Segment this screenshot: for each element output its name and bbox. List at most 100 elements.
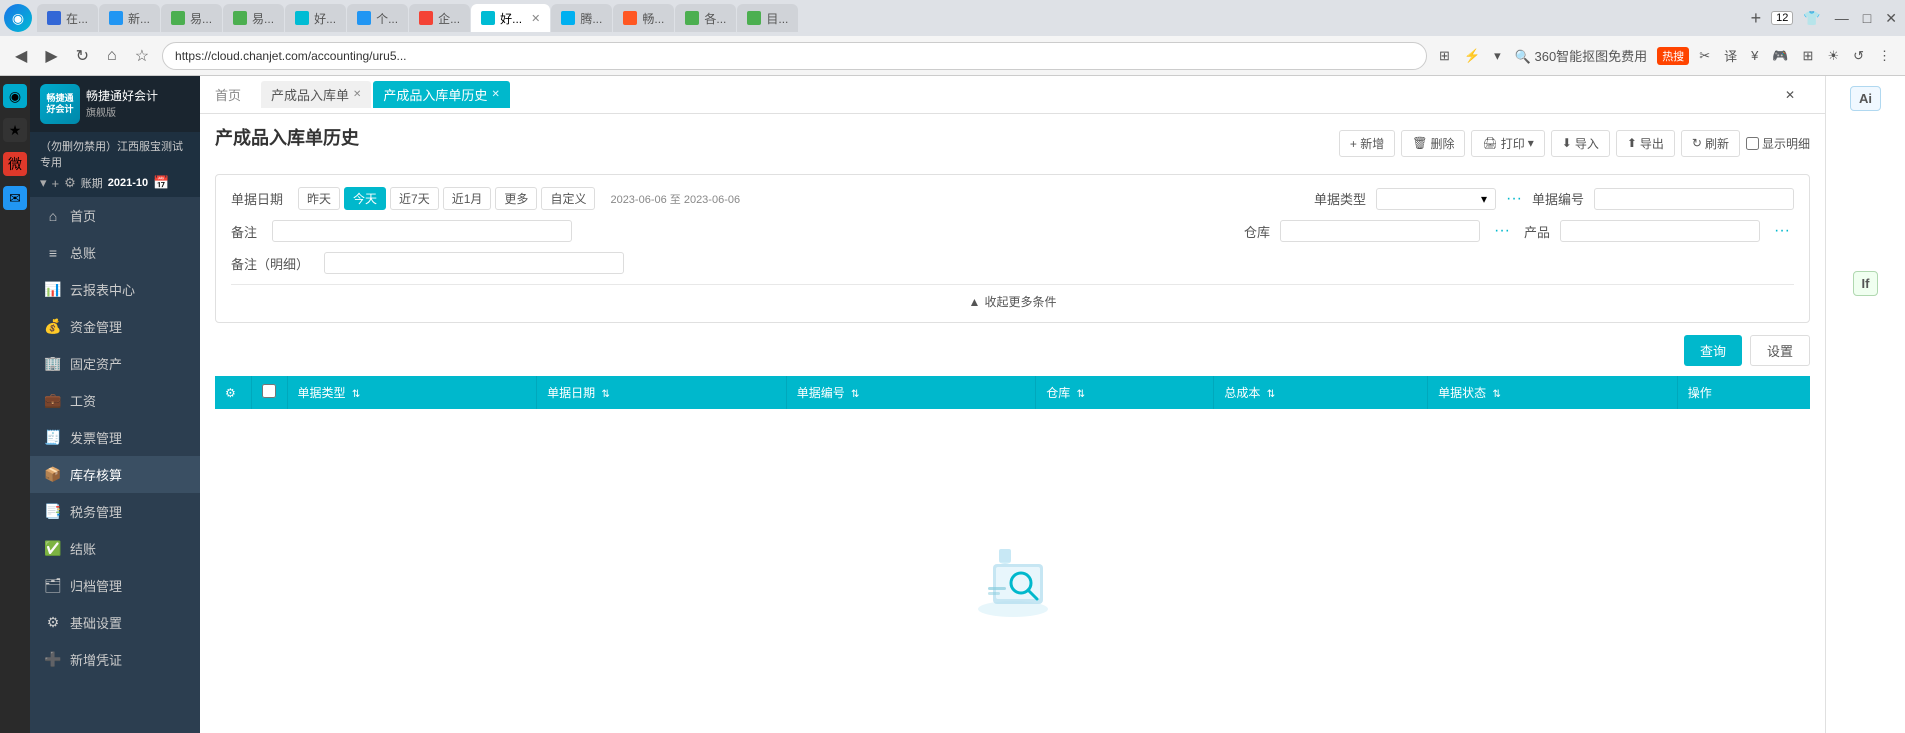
sidebar-item-tax[interactable]: 📑 税务管理 <box>30 493 200 530</box>
warehouse-dots[interactable]: ··· <box>1490 222 1514 240</box>
browser-tab-3[interactable]: 易... <box>161 4 222 32</box>
yesterday-button[interactable]: 昨天 <box>298 187 340 210</box>
app-icon-weibo[interactable]: 微 <box>3 152 27 176</box>
query-button[interactable]: 查询 <box>1684 335 1742 366</box>
search-icon-button[interactable]: 🔍 360智能抠图免费用 <box>1511 44 1652 67</box>
browser-tab-5[interactable]: 好... <box>285 4 346 32</box>
doc-type-dropdown[interactable]: ▾ <box>1376 188 1496 210</box>
sort-icon-doc-number[interactable]: ⇅ <box>851 389 859 400</box>
calendar-icon[interactable]: 📅 <box>153 175 169 191</box>
translate-icon-button[interactable]: 译 <box>1720 44 1741 67</box>
browser-tab-11[interactable]: 各... <box>675 4 736 32</box>
browser-tab-9[interactable]: 腾... <box>551 4 612 32</box>
shirt-icon-button[interactable]: 👕 <box>1799 10 1824 27</box>
col-total-cost[interactable]: 总成本 ⇅ <box>1214 376 1428 409</box>
custom-date-button[interactable]: 自定义 <box>541 187 595 210</box>
brightness-icon-button[interactable]: ☀ <box>1823 46 1843 66</box>
print-button[interactable]: 🖨 打印 ▾ <box>1471 130 1544 157</box>
sidebar-item-new-entry[interactable]: ➕ 新增凭证 <box>30 641 200 678</box>
col-doc-status[interactable]: 单据状态 ⇅ <box>1428 376 1678 409</box>
app-icon-circle[interactable]: ◉ <box>3 84 27 108</box>
browser-tab-4[interactable]: 易... <box>223 4 284 32</box>
col-doc-type[interactable]: 单据类型 ⇅ <box>287 376 537 409</box>
col-doc-number[interactable]: 单据编号 ⇅ <box>786 376 1036 409</box>
more-date-button[interactable]: 更多 <box>495 187 537 210</box>
table-check-header[interactable] <box>251 376 287 409</box>
refresh-button[interactable]: ↻ 刷新 <box>1681 130 1740 157</box>
browser-tab-10[interactable]: 畅... <box>613 4 674 32</box>
last-month-button[interactable]: 近1月 <box>443 187 492 210</box>
remark-input[interactable] <box>272 220 572 242</box>
ai-panel-button[interactable]: Ai <box>1850 86 1881 111</box>
sidebar-item-funds[interactable]: 💰 资金管理 <box>30 308 200 345</box>
doc-number-input[interactable] <box>1594 188 1794 210</box>
more-icon-button[interactable]: ⋮ <box>1874 46 1895 66</box>
browser-tab-8[interactable]: 好... ✕ <box>471 4 550 32</box>
today-button[interactable]: 今天 <box>344 187 386 210</box>
new-button[interactable]: + 新增 <box>1339 130 1395 157</box>
show-detail-checkbox-label[interactable]: 显示明细 <box>1746 135 1810 152</box>
page-tab-list[interactable]: 产成品入库单 ✕ <box>261 81 371 108</box>
close-button[interactable]: ✕ <box>1881 10 1901 27</box>
table-select-all-checkbox[interactable] <box>262 384 276 398</box>
remark-detail-input[interactable] <box>324 252 624 274</box>
page-tab-history[interactable]: 产成品入库单历史 ✕ <box>373 81 509 108</box>
app-icon-mail[interactable]: ✉ <box>3 186 27 210</box>
if-panel-button[interactable]: If <box>1853 271 1879 296</box>
last7-button[interactable]: 近7天 <box>390 187 439 210</box>
page-tab-list-close[interactable]: ✕ <box>353 89 361 100</box>
bookmark-button[interactable]: ☆ <box>130 44 154 68</box>
grid-icon-button[interactable]: ⊞ <box>1435 46 1454 66</box>
address-input[interactable] <box>162 42 1427 70</box>
sidebar-item-reports[interactable]: 📊 云报表中心 <box>30 271 200 308</box>
add-icon[interactable]: + <box>52 176 60 191</box>
sort-icon-doc-type[interactable]: ⇅ <box>352 389 360 400</box>
browser-tab-12[interactable]: 目... <box>737 4 798 32</box>
sidebar-item-checkout[interactable]: ✅ 结账 <box>30 530 200 567</box>
import-button[interactable]: ⬇ 导入 <box>1551 130 1610 157</box>
minimize-button[interactable]: — <box>1831 10 1853 26</box>
warehouse-input[interactable] <box>1280 220 1480 242</box>
maximize-button[interactable]: □ <box>1859 10 1875 26</box>
company-dropdown-icon[interactable]: ▾ <box>40 175 47 191</box>
hot-search-button[interactable]: 热搜 <box>1657 47 1689 65</box>
browser-tab-7[interactable]: 企... <box>409 4 470 32</box>
settings-gear-icon[interactable]: ⚙ <box>64 175 76 191</box>
right-panel-close-button[interactable]: ✕ <box>1785 88 1795 102</box>
app-icon-star[interactable]: ★ <box>3 118 27 142</box>
sort-icon-doc-status[interactable]: ⇅ <box>1493 389 1501 400</box>
browser-tab-6[interactable]: 个... <box>347 4 408 32</box>
tab-close-8[interactable]: ✕ <box>531 12 540 25</box>
col-doc-date[interactable]: 单据日期 ⇅ <box>537 376 787 409</box>
delete-button[interactable]: 🗑 删除 <box>1401 130 1465 157</box>
print-dropdown-icon[interactable]: ▾ <box>1528 136 1534 150</box>
back-button[interactable]: ◀ <box>10 44 32 68</box>
page-tab-history-close[interactable]: ✕ <box>491 89 499 100</box>
sidebar-item-invoice[interactable]: 🧾 发票管理 <box>30 419 200 456</box>
table-settings-header[interactable]: ⚙ <box>215 376 251 409</box>
scissors-icon-button[interactable]: ✂ <box>1695 46 1714 66</box>
undo-icon-button[interactable]: ↺ <box>1849 46 1868 66</box>
currency-icon-button[interactable]: ¥ <box>1747 46 1762 65</box>
browser-tab-2[interactable]: 新... <box>99 4 160 32</box>
product-dots[interactable]: ··· <box>1770 222 1794 240</box>
filter-settings-button[interactable]: 设置 <box>1750 335 1810 366</box>
sort-icon-warehouse[interactable]: ⇅ <box>1077 389 1085 400</box>
product-input[interactable] <box>1560 220 1760 242</box>
sort-icon-total-cost[interactable]: ⇅ <box>1267 389 1275 400</box>
collapse-conditions-button[interactable]: ▲ 收起更多条件 <box>969 293 1057 310</box>
sidebar-item-payroll[interactable]: 💼 工资 <box>30 382 200 419</box>
sort-icon-doc-date[interactable]: ⇅ <box>601 389 609 400</box>
sidebar-item-fixed-assets[interactable]: 🏢 固定资产 <box>30 345 200 382</box>
show-detail-checkbox[interactable] <box>1746 137 1759 150</box>
forward-button[interactable]: ▶ <box>40 44 62 68</box>
table-settings-icon[interactable]: ⚙ <box>225 386 236 400</box>
sidebar-item-ledger[interactable]: ≡ 总账 <box>30 234 200 271</box>
sidebar-item-archive[interactable]: 🗂 归档管理 <box>30 567 200 604</box>
sidebar-item-inventory[interactable]: 📦 库存核算 <box>30 456 200 493</box>
refresh-button[interactable]: ↻ <box>71 44 94 68</box>
home-button[interactable]: ⌂ <box>102 45 122 67</box>
sidebar-item-base-settings[interactable]: ⚙ 基础设置 <box>30 604 200 641</box>
sidebar-item-home[interactable]: ⌂ 首页 <box>30 197 200 234</box>
browser-tab-1[interactable]: 在... <box>37 4 98 32</box>
